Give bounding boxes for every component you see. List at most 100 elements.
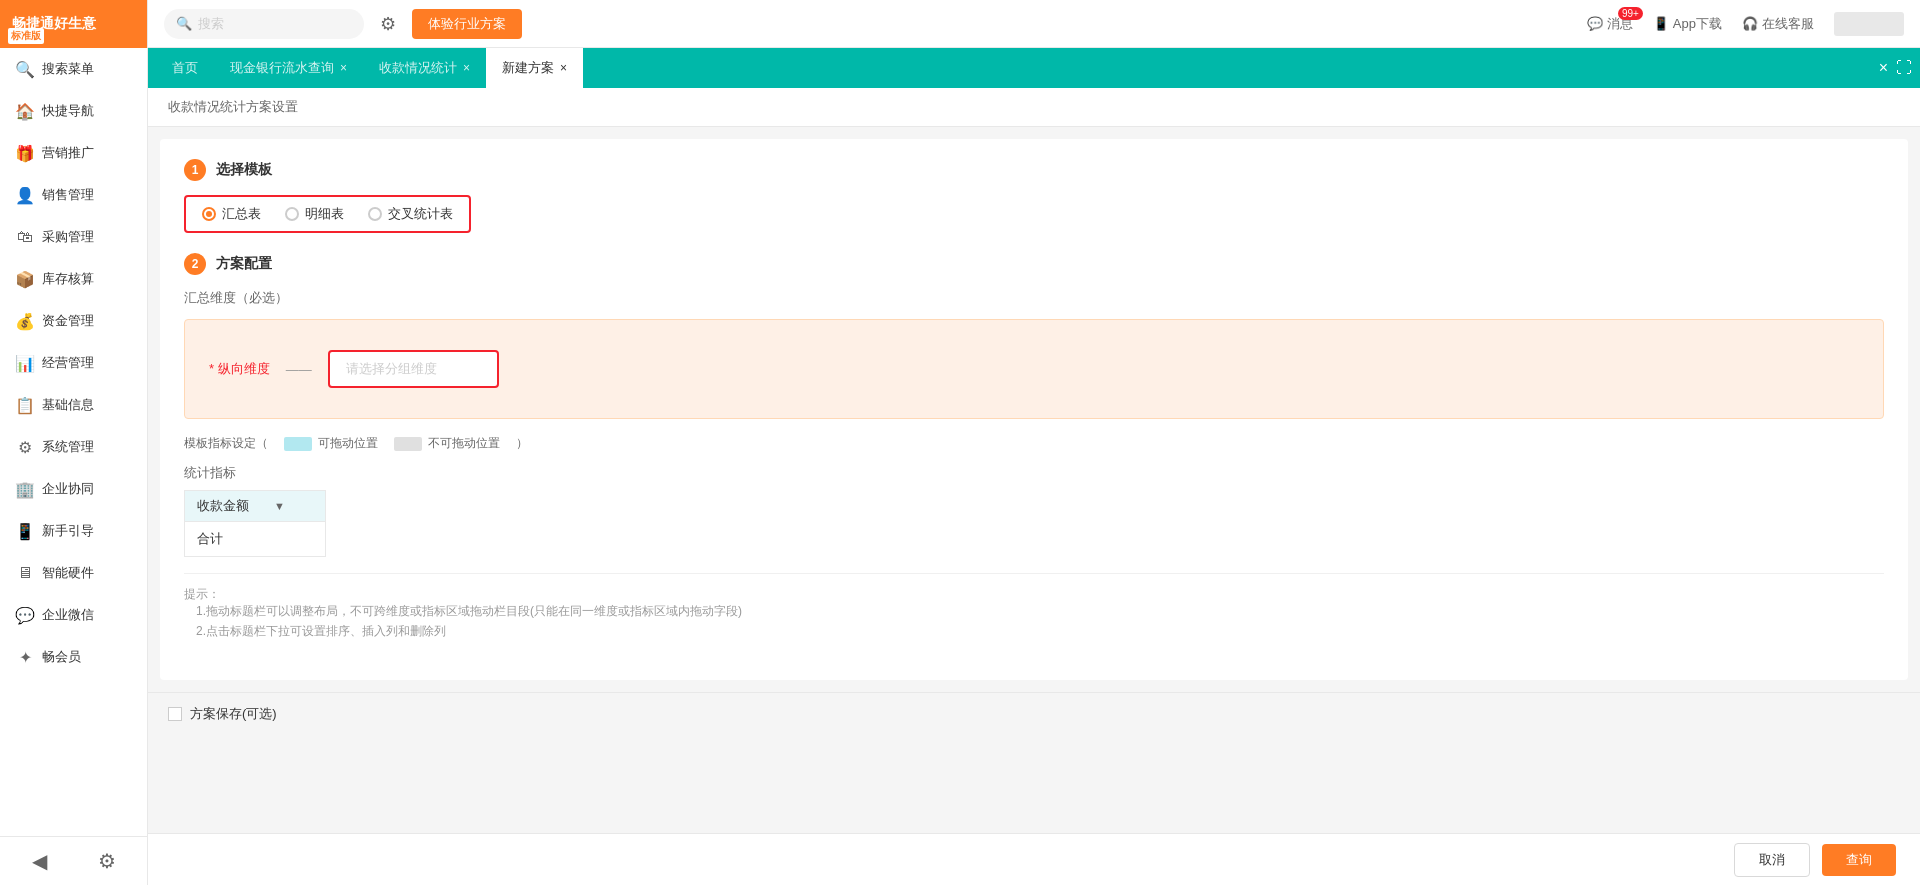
hardware-icon: 🖥 bbox=[16, 564, 34, 582]
sales-icon: 👤 bbox=[16, 186, 34, 204]
sidebar-item-marketing[interactable]: 🎁 营销推广 bbox=[0, 132, 147, 174]
indicator-legend: 模板指标设定（ 可拖动位置 不可拖动位置 ） bbox=[184, 435, 1884, 452]
template-radio-group: 汇总表 明细表 交叉统计表 bbox=[184, 195, 471, 233]
search-menu-icon: 🔍 bbox=[16, 60, 34, 78]
sidebar-settings-btn[interactable]: ⚙ bbox=[76, 845, 140, 877]
sidebar-item-label: 采购管理 bbox=[42, 228, 94, 246]
online-service-item[interactable]: 🎧 在线客服 bbox=[1742, 15, 1814, 33]
sidebar-item-sales[interactable]: 👤 销售管理 bbox=[0, 174, 147, 216]
sidebar-item-member[interactable]: ✦ 畅会员 bbox=[0, 636, 147, 678]
content-area: 收款情况统计方案设置 1 选择模板 汇总表 明细表 bbox=[148, 88, 1920, 885]
dimension-row: * 纵向维度 —— 请选择分组维度 bbox=[209, 350, 499, 388]
step1-section: 1 选择模板 汇总表 明细表 交叉统计表 bbox=[184, 159, 1884, 233]
tips-title: 提示： bbox=[184, 587, 220, 601]
indicator-header-row[interactable]: 收款金额 ▼ bbox=[185, 491, 325, 522]
marketing-icon: 🎁 bbox=[16, 144, 34, 162]
sidebar-item-label: 经营管理 bbox=[42, 354, 94, 372]
tab-bank-flow[interactable]: 现金银行流水查询 × bbox=[214, 48, 363, 88]
step2-header: 2 方案配置 bbox=[184, 253, 1884, 275]
sidebar-item-guide[interactable]: 📱 新手引导 bbox=[0, 510, 147, 552]
operations-icon: 📊 bbox=[16, 354, 34, 372]
sidebar-bottom: ◀ ⚙ bbox=[0, 836, 147, 885]
save-label: 方案保存(可选) bbox=[190, 705, 277, 723]
header-search[interactable]: 🔍 搜索 bbox=[164, 9, 364, 39]
app-download-item[interactable]: 📱 App下载 bbox=[1653, 15, 1722, 33]
tab-new-plan[interactable]: 新建方案 × bbox=[486, 48, 583, 88]
search-icon: 🔍 bbox=[176, 16, 192, 31]
radio-summary[interactable]: 汇总表 bbox=[202, 205, 261, 223]
guide-icon: 📱 bbox=[16, 522, 34, 540]
sidebar-item-enterprise[interactable]: 🏢 企业协同 bbox=[0, 468, 147, 510]
sidebar-item-operations[interactable]: 📊 经营管理 bbox=[0, 342, 147, 384]
close-all-tabs-icon[interactable]: × bbox=[1879, 59, 1888, 77]
top-header: 🔍 搜索 ⚙ 体验行业方案 💬 消息 99+ 📱 App下载 🎧 在线客服 bbox=[148, 0, 1920, 48]
tab-collection-stats-close[interactable]: × bbox=[463, 61, 470, 75]
maximize-icon[interactable]: ⛶ bbox=[1896, 59, 1912, 77]
sidebar-item-inventory[interactable]: 📦 库存核算 bbox=[0, 258, 147, 300]
indicator-settings: 模板指标设定（ 可拖动位置 不可拖动位置 ） bbox=[184, 435, 1884, 557]
sidebar-item-hardware[interactable]: 🖥 智能硬件 bbox=[0, 552, 147, 594]
quick-nav-icon: 🏠 bbox=[16, 102, 34, 120]
sidebar-item-label: 销售管理 bbox=[42, 186, 94, 204]
industry-plan-button[interactable]: 体验行业方案 bbox=[412, 9, 522, 39]
radio-detail[interactable]: 明细表 bbox=[285, 205, 344, 223]
basic-info-icon: 📋 bbox=[16, 396, 34, 414]
draggable-legend-item: 可拖动位置 bbox=[284, 435, 378, 452]
download-icon: 📱 bbox=[1653, 16, 1669, 31]
indicator-settings-label: 模板指标设定（ bbox=[184, 435, 268, 452]
stat-indicator-label: 统计指标 bbox=[184, 464, 1884, 482]
sidebar-item-label: 营销推广 bbox=[42, 144, 94, 162]
dimension-area: * 纵向维度 —— 请选择分组维度 bbox=[184, 319, 1884, 419]
radio-cross[interactable]: 交叉统计表 bbox=[368, 205, 453, 223]
notification-item[interactable]: 💬 消息 99+ bbox=[1587, 15, 1633, 33]
indicator-header-text: 收款金额 bbox=[197, 497, 249, 515]
gear-icon[interactable]: ⚙ bbox=[380, 13, 396, 35]
sidebar-expand-btn[interactable]: ◀ bbox=[8, 845, 72, 877]
user-avatar[interactable] bbox=[1834, 12, 1904, 36]
enterprise-icon: 🏢 bbox=[16, 480, 34, 498]
tab-bank-flow-close[interactable]: × bbox=[340, 61, 347, 75]
save-checkbox[interactable] bbox=[168, 707, 182, 721]
chevron-down-icon[interactable]: ▼ bbox=[274, 500, 285, 512]
group-dimension-select[interactable]: 请选择分组维度 bbox=[328, 350, 499, 388]
sidebar-item-label: 系统管理 bbox=[42, 438, 94, 456]
sidebar-item-label: 资金管理 bbox=[42, 312, 94, 330]
summary-dim-label: 汇总维度（必选） bbox=[184, 289, 1884, 307]
sidebar-item-finance[interactable]: 💰 资金管理 bbox=[0, 300, 147, 342]
indicator-data-row: 合计 bbox=[185, 522, 325, 556]
header-right: 💬 消息 99+ 📱 App下载 🎧 在线客服 bbox=[1587, 12, 1904, 36]
tab-bank-flow-label: 现金银行流水查询 bbox=[230, 59, 334, 77]
search-placeholder: 搜索 bbox=[198, 15, 224, 33]
footer-bar: 取消 查询 bbox=[148, 833, 1920, 885]
non-draggable-label: 不可拖动位置 bbox=[428, 435, 500, 452]
inventory-icon: 📦 bbox=[16, 270, 34, 288]
sidebar-item-wechat[interactable]: 💬 企业微信 bbox=[0, 594, 147, 636]
sidebar-item-basic-info[interactable]: 📋 基础信息 bbox=[0, 384, 147, 426]
tips-section: 提示： 1.拖动标题栏可以调整布局，不可跨维度或指标区域拖动栏目段(只能在同一维… bbox=[184, 573, 1884, 640]
tab-collection-stats[interactable]: 收款情况统计 × bbox=[363, 48, 486, 88]
tab-collection-stats-label: 收款情况统计 bbox=[379, 59, 457, 77]
tab-home-label: 首页 bbox=[172, 59, 198, 77]
wechat-icon: 💬 bbox=[16, 606, 34, 624]
tab-bar-actions: × ⛶ bbox=[1879, 59, 1920, 77]
sidebar-item-label: 智能硬件 bbox=[42, 564, 94, 582]
tab-new-plan-close[interactable]: × bbox=[560, 61, 567, 75]
cancel-button[interactable]: 取消 bbox=[1734, 843, 1810, 877]
tab-home[interactable]: 首页 bbox=[156, 48, 214, 88]
step1-title: 选择模板 bbox=[216, 161, 272, 179]
query-button[interactable]: 查询 bbox=[1822, 844, 1896, 876]
sidebar-item-search-menu[interactable]: 🔍 搜索菜单 bbox=[0, 48, 147, 90]
system-icon: ⚙ bbox=[16, 438, 34, 456]
sidebar-item-quick-nav[interactable]: 🏠 快捷导航 bbox=[0, 90, 147, 132]
tab-new-plan-label: 新建方案 bbox=[502, 59, 554, 77]
sidebar-item-label: 快捷导航 bbox=[42, 102, 94, 120]
config-section: 汇总维度（必选） * 纵向维度 —— 请选择分组维度 模板指标 bbox=[184, 289, 1884, 640]
sidebar-item-label: 基础信息 bbox=[42, 396, 94, 414]
service-icon: 🎧 bbox=[1742, 16, 1758, 31]
page-title: 收款情况统计方案设置 bbox=[148, 88, 1920, 127]
sidebar-item-system[interactable]: ⚙ 系统管理 bbox=[0, 426, 147, 468]
sidebar-logo: 畅捷通好生意 标准版 bbox=[0, 0, 147, 48]
sidebar-item-purchase[interactable]: 🛍 采购管理 bbox=[0, 216, 147, 258]
step2-section: 2 方案配置 汇总维度（必选） * 纵向维度 —— 请选择分组维度 bbox=[184, 253, 1884, 640]
tips-item-2: 2.点击标题栏下拉可设置排序、插入列和删除列 bbox=[184, 623, 1884, 640]
